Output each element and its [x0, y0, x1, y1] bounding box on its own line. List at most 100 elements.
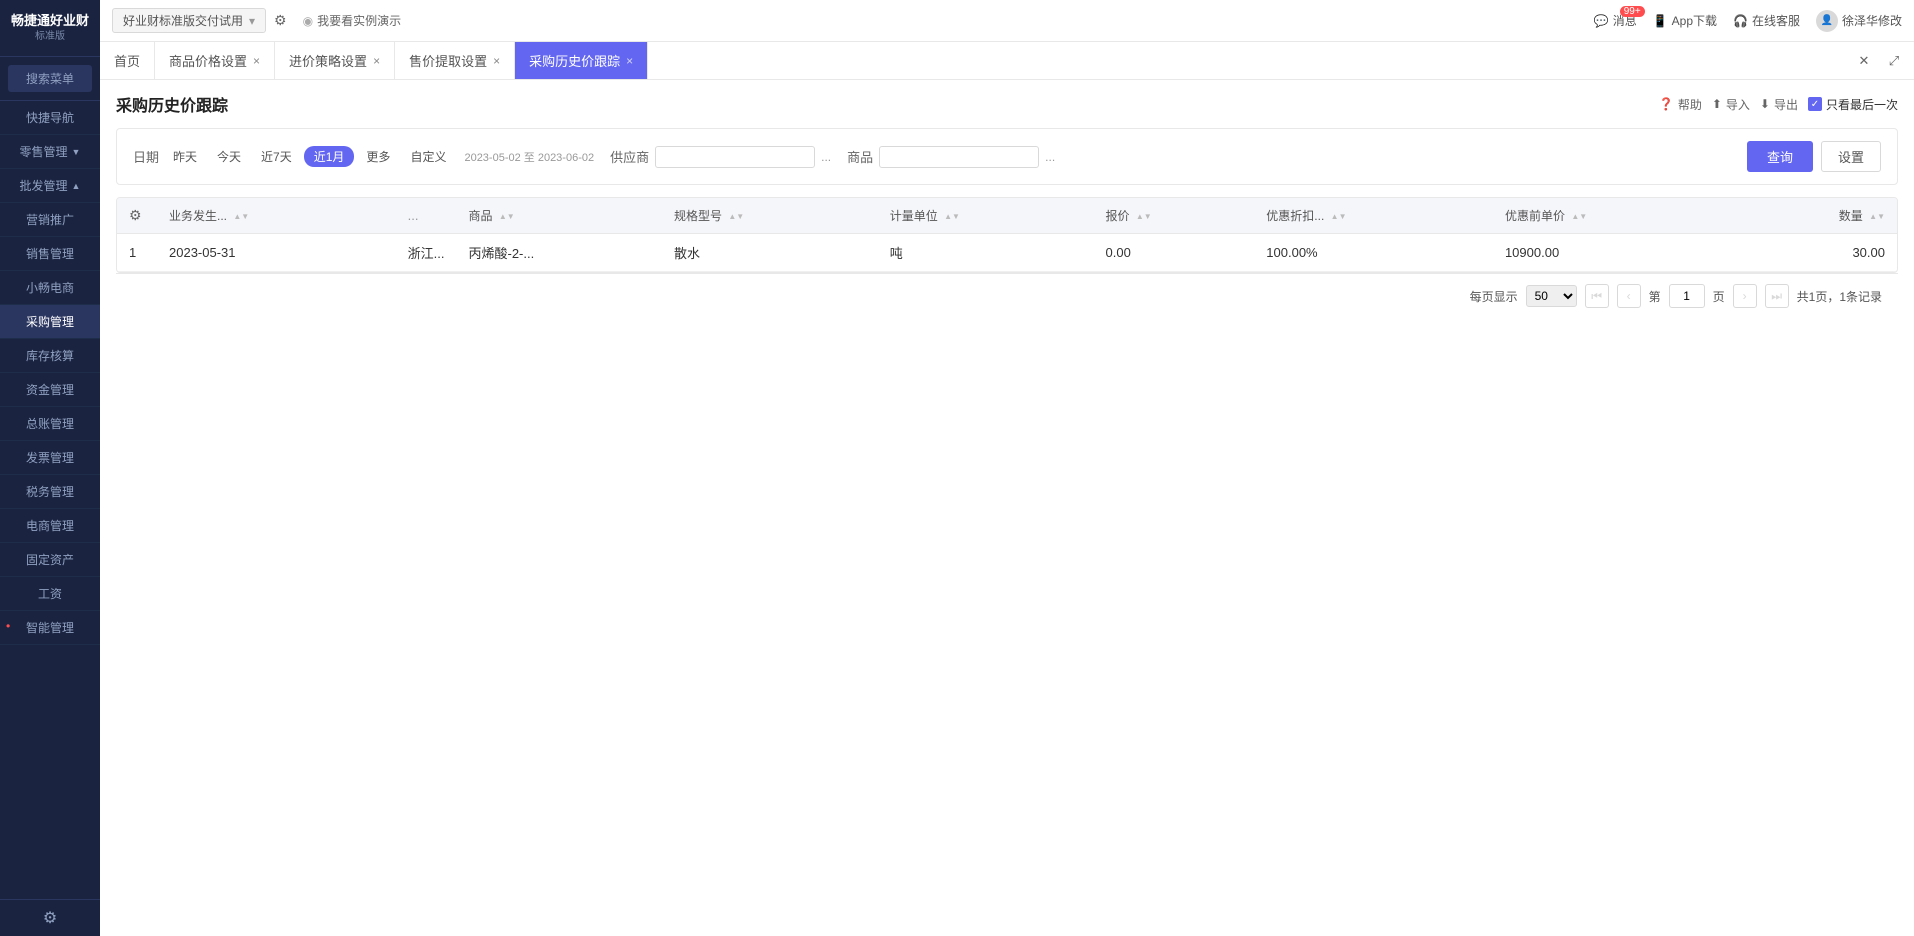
user-menu-button[interactable]: 👤 徐泽华修改: [1816, 10, 1902, 32]
app-download-button[interactable]: 📱 App下载: [1653, 12, 1717, 29]
last-page-button[interactable]: ⏭: [1765, 284, 1789, 308]
sidebar-item-salary[interactable]: 工资: [0, 577, 100, 611]
per-page-select[interactable]: 20 50 100 200: [1526, 285, 1577, 307]
messages-badge: 99+: [1620, 6, 1645, 17]
maximize-tab-button[interactable]: ⤢: [1882, 49, 1906, 73]
date-option-7days[interactable]: 近7天: [253, 146, 300, 167]
cell-pre-discount-price: 10900.00: [1493, 234, 1736, 272]
col-product[interactable]: 商品 ▲▼: [457, 198, 663, 234]
col-ellipsis[interactable]: ...: [396, 198, 457, 234]
app-logo-sub: 标准版: [8, 30, 92, 44]
more-icon[interactable]: ...: [408, 208, 419, 223]
date-label: 日期: [133, 147, 159, 166]
import-label: 导入: [1726, 96, 1750, 113]
sidebar-item-label: 工资: [38, 587, 62, 601]
close-icon[interactable]: ×: [373, 54, 380, 68]
col-pre-discount-price-label: 优惠前单价: [1505, 209, 1565, 223]
col-unit[interactable]: 计量单位 ▲▼: [878, 198, 1094, 234]
close-icon[interactable]: ×: [493, 54, 500, 68]
sidebar-item-invoice[interactable]: 发票管理: [0, 441, 100, 475]
tab-sale-price[interactable]: 售价提取设置 ×: [395, 42, 515, 79]
col-gear[interactable]: ⚙: [117, 198, 157, 234]
date-option-today[interactable]: 今天: [209, 146, 249, 167]
tab-sale-price-label: 售价提取设置: [409, 51, 487, 70]
sidebar-item-label: 智能管理: [26, 621, 74, 635]
cell-index: 1: [117, 234, 157, 272]
col-quantity[interactable]: 数量 ▲▼: [1736, 198, 1897, 234]
sidebar-item-label: 营销推广: [26, 213, 74, 227]
supplier-input[interactable]: [655, 146, 815, 168]
messages-button[interactable]: 💬 消息 99+: [1594, 12, 1637, 29]
date-option-1month[interactable]: 近1月: [304, 146, 355, 167]
tab-price-settings-label: 商品价格设置: [169, 51, 247, 70]
sidebar-item-label: 销售管理: [26, 247, 74, 261]
import-button[interactable]: ⬆ 导入: [1712, 96, 1750, 113]
sidebar-item-smart[interactable]: 智能管理: [0, 611, 100, 645]
product-input[interactable]: [879, 146, 1039, 168]
cell-unit: 吨: [878, 234, 1094, 272]
cell-spec: 散水: [662, 234, 878, 272]
sidebar-search-area[interactable]: 搜索菜单: [0, 57, 100, 101]
date-option-yesterday[interactable]: 昨天: [165, 146, 205, 167]
export-button[interactable]: ⬇ 导出: [1760, 96, 1798, 113]
sidebar-item-purchase[interactable]: 采购管理: [0, 305, 100, 339]
settings-button[interactable]: 设置: [1821, 141, 1881, 172]
edition-selector[interactable]: 好业财标准版交付试用 ▾: [112, 8, 266, 33]
gear-icon[interactable]: ⚙: [43, 910, 57, 927]
sidebar-item-ecom[interactable]: 电商管理: [0, 509, 100, 543]
chevron-up-icon: ▲: [72, 181, 81, 191]
close-icon[interactable]: ×: [253, 54, 260, 68]
date-option-custom[interactable]: 自定义: [402, 146, 454, 167]
sidebar-item-wholesale[interactable]: 批发管理 ▲: [0, 169, 100, 203]
sidebar-item-assets[interactable]: 固定资产: [0, 543, 100, 577]
prev-page-button[interactable]: ‹: [1617, 284, 1641, 308]
product-more[interactable]: ...: [1045, 150, 1055, 164]
online-service-button[interactable]: 🎧 在线客服: [1733, 12, 1800, 29]
gear-icon[interactable]: ⚙: [129, 207, 142, 223]
first-page-button[interactable]: ⏮: [1585, 284, 1609, 308]
query-button[interactable]: 查询: [1747, 141, 1813, 172]
sidebar-item-small-ecom[interactable]: 小畅电商: [0, 271, 100, 305]
page-container: 采购历史价跟踪 ❓ 帮助 ⬆ 导入 ⬇ 导出 ✓: [100, 80, 1914, 936]
table-header-row: ⚙ 业务发生... ▲▼ ... 商品 ▲▼: [117, 198, 1897, 234]
tab-price-settings[interactable]: 商品价格设置 ×: [155, 42, 275, 79]
col-pre-discount-price[interactable]: 优惠前单价 ▲▼: [1493, 198, 1736, 234]
next-page-button[interactable]: ›: [1733, 284, 1757, 308]
sidebar-item-inventory[interactable]: 库存核算: [0, 339, 100, 373]
tab-purchase-strategy[interactable]: 进价策略设置 ×: [275, 42, 395, 79]
filter-actions: 查询 设置: [1747, 141, 1881, 172]
close-icon[interactable]: ×: [626, 54, 633, 68]
search-menu-button[interactable]: 搜索菜单: [8, 65, 92, 92]
date-option-more[interactable]: 更多: [358, 146, 398, 167]
sidebar-item-tax[interactable]: 税务管理: [0, 475, 100, 509]
cell-ellipsis-val: 浙江...: [396, 234, 457, 272]
col-biz-date[interactable]: 业务发生... ▲▼: [157, 198, 396, 234]
col-discount-pct[interactable]: 优惠折扣... ▲▼: [1254, 198, 1493, 234]
cell-discount-pct: 100.00%: [1254, 234, 1493, 272]
col-spec[interactable]: 规格型号 ▲▼: [662, 198, 878, 234]
tab-purchase-strategy-label: 进价策略设置: [289, 51, 367, 70]
export-icon: ⬇: [1760, 97, 1770, 111]
sidebar-item-quick-nav[interactable]: 快捷导航: [0, 101, 100, 135]
cell-product: 丙烯酸-2-...: [457, 234, 663, 272]
page-input[interactable]: [1669, 284, 1705, 308]
col-quote[interactable]: 报价 ▲▼: [1094, 198, 1255, 234]
cell-quote: 0.00: [1094, 234, 1255, 272]
sidebar-item-label: 采购管理: [26, 315, 74, 329]
supplier-more[interactable]: ...: [821, 150, 831, 164]
sort-icon: ▲▼: [944, 213, 960, 221]
close-tab-button[interactable]: ✕: [1852, 49, 1876, 73]
sidebar-item-marketing[interactable]: 营销推广: [0, 203, 100, 237]
sidebar-item-finance[interactable]: 资金管理: [0, 373, 100, 407]
only-last-checkbox[interactable]: ✓ 只看最后一次: [1808, 96, 1898, 113]
help-button[interactable]: ❓ 帮助: [1659, 96, 1702, 113]
demo-button[interactable]: ◉ 我要看实例演示: [303, 12, 402, 29]
sidebar-item-retail[interactable]: 零售管理 ▼: [0, 135, 100, 169]
settings-icon[interactable]: ⚙: [274, 12, 287, 29]
sidebar-item-sales[interactable]: 销售管理: [0, 237, 100, 271]
sidebar-bottom[interactable]: ⚙: [0, 899, 100, 936]
tab-home[interactable]: 首页: [100, 42, 155, 79]
tab-controls: ✕ ⤢: [1844, 42, 1914, 79]
tab-purchase-history[interactable]: 采购历史价跟踪 ×: [515, 42, 648, 79]
sidebar-item-accounting[interactable]: 总账管理: [0, 407, 100, 441]
